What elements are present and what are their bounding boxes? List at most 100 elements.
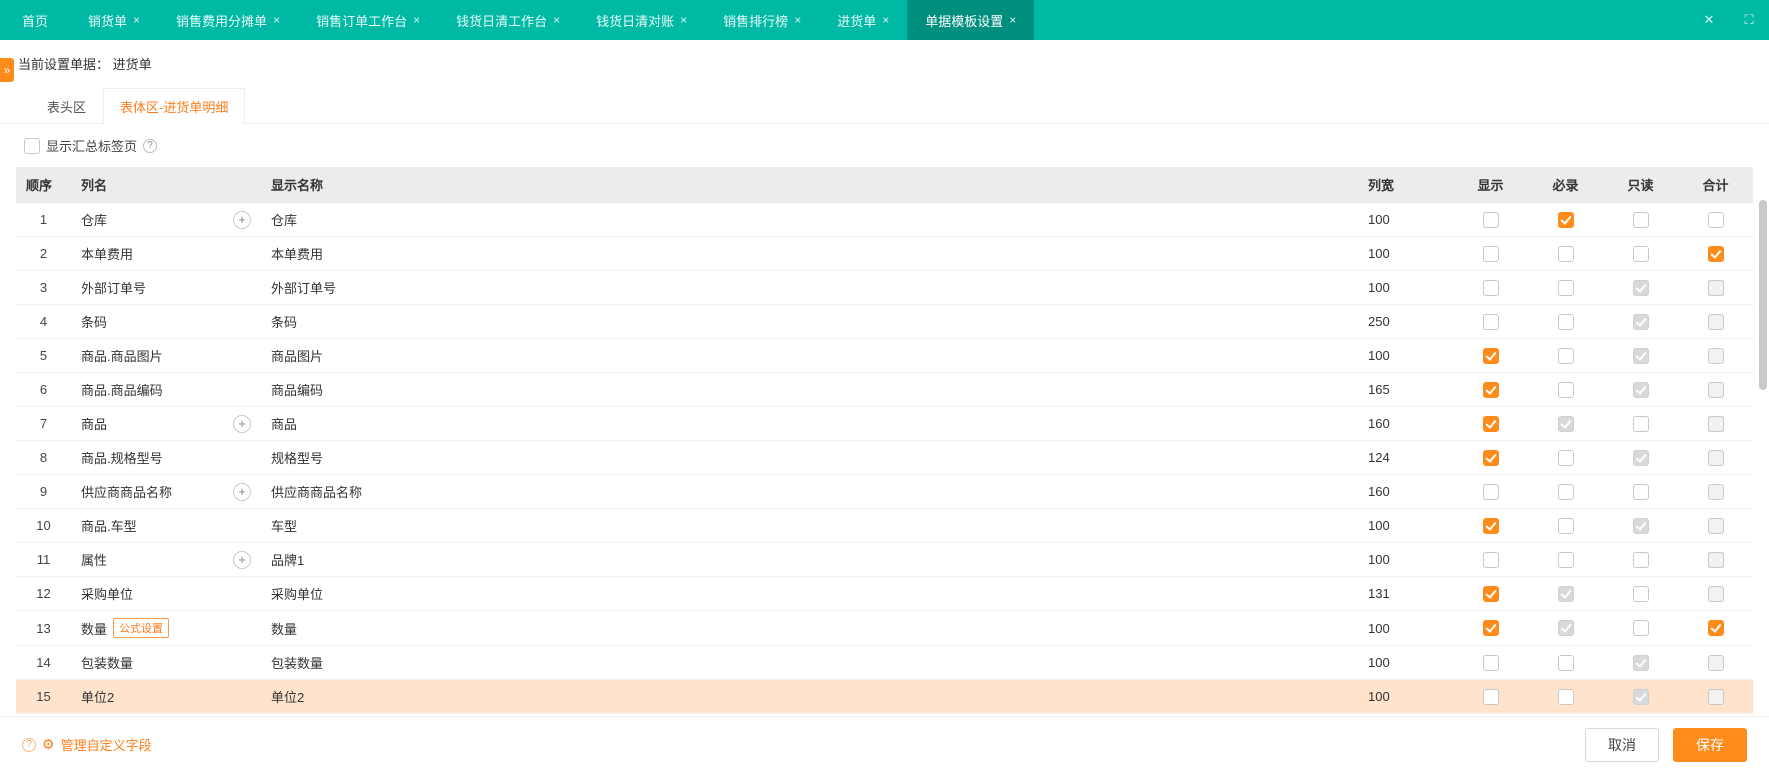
chk-total[interactable] [1708, 246, 1724, 262]
tabbar-close-all-icon[interactable]: ✕ [1689, 0, 1729, 40]
chk-show[interactable] [1483, 280, 1499, 296]
cell-width[interactable]: 165 [1358, 373, 1453, 407]
table-row[interactable]: 12采购单位采购单位131 [16, 577, 1753, 611]
table-row[interactable]: 1仓库+仓库100 [16, 203, 1753, 237]
tab-7[interactable]: 单据模板设置× [907, 0, 1034, 40]
tab-home[interactable]: 首页 [0, 0, 70, 40]
plus-icon[interactable]: + [233, 483, 251, 501]
cell-display[interactable]: 单位2 [261, 680, 1358, 714]
chk-show[interactable] [1483, 246, 1499, 262]
table-row[interactable]: 13数量公式设置数量100 [16, 611, 1753, 646]
chk-readonly[interactable] [1633, 212, 1649, 228]
cell-width[interactable]: 100 [1358, 680, 1453, 714]
chk-show[interactable] [1483, 689, 1499, 705]
cell-width[interactable]: 100 [1358, 271, 1453, 305]
close-icon[interactable]: × [273, 13, 280, 27]
th-required[interactable]: 必录 [1528, 167, 1603, 203]
chk-show[interactable] [1483, 416, 1499, 432]
plus-icon[interactable]: + [233, 415, 251, 433]
chk-required[interactable] [1558, 348, 1574, 364]
table-row[interactable]: 6商品.商品编码商品编码165 [16, 373, 1753, 407]
chk-show[interactable] [1483, 314, 1499, 330]
chk-show[interactable] [1483, 620, 1499, 636]
plus-icon[interactable]: + [233, 211, 251, 229]
chk-readonly[interactable] [1633, 620, 1649, 636]
chk-show[interactable] [1483, 484, 1499, 500]
vertical-scrollbar[interactable] [1759, 200, 1767, 390]
chk-required[interactable] [1558, 280, 1574, 296]
chk-required[interactable] [1558, 382, 1574, 398]
table-row[interactable]: 2本单费用本单费用100 [16, 237, 1753, 271]
left-drawer-toggle-icon[interactable]: » [0, 58, 14, 82]
tab-1[interactable]: 销售费用分摊单× [158, 0, 298, 40]
chk-required[interactable] [1558, 689, 1574, 705]
cell-width[interactable]: 100 [1358, 203, 1453, 237]
tab-2[interactable]: 销售订单工作台× [298, 0, 438, 40]
table-row[interactable]: 11属性+品牌1100 [16, 543, 1753, 577]
chk-show[interactable] [1483, 348, 1499, 364]
th-width[interactable]: 列宽 [1358, 167, 1453, 203]
cell-display[interactable]: 品牌1 [261, 543, 1358, 577]
save-button[interactable]: 保存 [1673, 728, 1747, 762]
th-display[interactable]: 显示名称 [261, 167, 1358, 203]
footer-help-icon[interactable]: ? [22, 738, 36, 752]
show-summary-checkbox[interactable] [24, 138, 40, 154]
table-row[interactable]: 5商品.商品图片商品图片100 [16, 339, 1753, 373]
chk-required[interactable] [1558, 450, 1574, 466]
plus-icon[interactable]: + [233, 551, 251, 569]
cell-width[interactable]: 100 [1358, 646, 1453, 680]
close-icon[interactable]: × [553, 13, 560, 27]
cell-display[interactable]: 商品 [261, 407, 1358, 441]
cell-width[interactable]: 100 [1358, 509, 1453, 543]
table-row[interactable]: 9供应商商品名称+供应商商品名称160 [16, 475, 1753, 509]
chk-readonly[interactable] [1633, 484, 1649, 500]
cell-width[interactable]: 124 [1358, 441, 1453, 475]
th-name[interactable]: 列名 [71, 167, 261, 203]
chk-required[interactable] [1558, 655, 1574, 671]
chk-required[interactable] [1558, 484, 1574, 500]
cell-display[interactable]: 商品编码 [261, 373, 1358, 407]
chk-readonly[interactable] [1633, 416, 1649, 432]
chk-required[interactable] [1558, 552, 1574, 568]
chk-show[interactable] [1483, 450, 1499, 466]
table-row[interactable]: 15单位2单位2100 [16, 680, 1753, 714]
close-icon[interactable]: × [794, 13, 801, 27]
cell-display[interactable]: 采购单位 [261, 577, 1358, 611]
table-row[interactable]: 10商品.车型车型100 [16, 509, 1753, 543]
chk-required[interactable] [1558, 246, 1574, 262]
sub-tab-1[interactable]: 表体区-进货单明细 [103, 88, 245, 124]
cell-display[interactable]: 车型 [261, 509, 1358, 543]
cell-display[interactable]: 商品图片 [261, 339, 1358, 373]
close-icon[interactable]: × [413, 13, 420, 27]
chk-required[interactable] [1558, 212, 1574, 228]
sub-tab-0[interactable]: 表头区 [30, 88, 103, 124]
chk-show[interactable] [1483, 382, 1499, 398]
chk-show[interactable] [1483, 518, 1499, 534]
formula-tag[interactable]: 公式设置 [113, 618, 169, 638]
table-row[interactable]: 14包装数量包装数量100 [16, 646, 1753, 680]
cell-display[interactable]: 仓库 [261, 203, 1358, 237]
tab-4[interactable]: 钱货日清对账× [578, 0, 705, 40]
manage-custom-fields-link[interactable]: 管理自定义字段 [61, 735, 152, 754]
close-icon[interactable]: × [680, 13, 687, 27]
cell-width[interactable]: 100 [1358, 611, 1453, 646]
chk-total[interactable] [1708, 620, 1724, 636]
cell-width[interactable]: 100 [1358, 237, 1453, 271]
cell-display[interactable]: 外部订单号 [261, 271, 1358, 305]
chk-readonly[interactable] [1633, 586, 1649, 602]
cell-width[interactable]: 160 [1358, 407, 1453, 441]
tab-5[interactable]: 销售排行榜× [705, 0, 819, 40]
close-icon[interactable]: × [1009, 13, 1016, 27]
cell-display[interactable]: 规格型号 [261, 441, 1358, 475]
chk-show[interactable] [1483, 552, 1499, 568]
cell-width[interactable]: 100 [1358, 543, 1453, 577]
table-row[interactable]: 7商品+商品160 [16, 407, 1753, 441]
cell-display[interactable]: 本单费用 [261, 237, 1358, 271]
close-icon[interactable]: × [882, 13, 889, 27]
chk-show[interactable] [1483, 655, 1499, 671]
cell-display[interactable]: 包装数量 [261, 646, 1358, 680]
th-show[interactable]: 显示 [1453, 167, 1528, 203]
chk-required[interactable] [1558, 314, 1574, 330]
cancel-button[interactable]: 取消 [1585, 728, 1659, 762]
th-readonly[interactable]: 只读 [1603, 167, 1678, 203]
